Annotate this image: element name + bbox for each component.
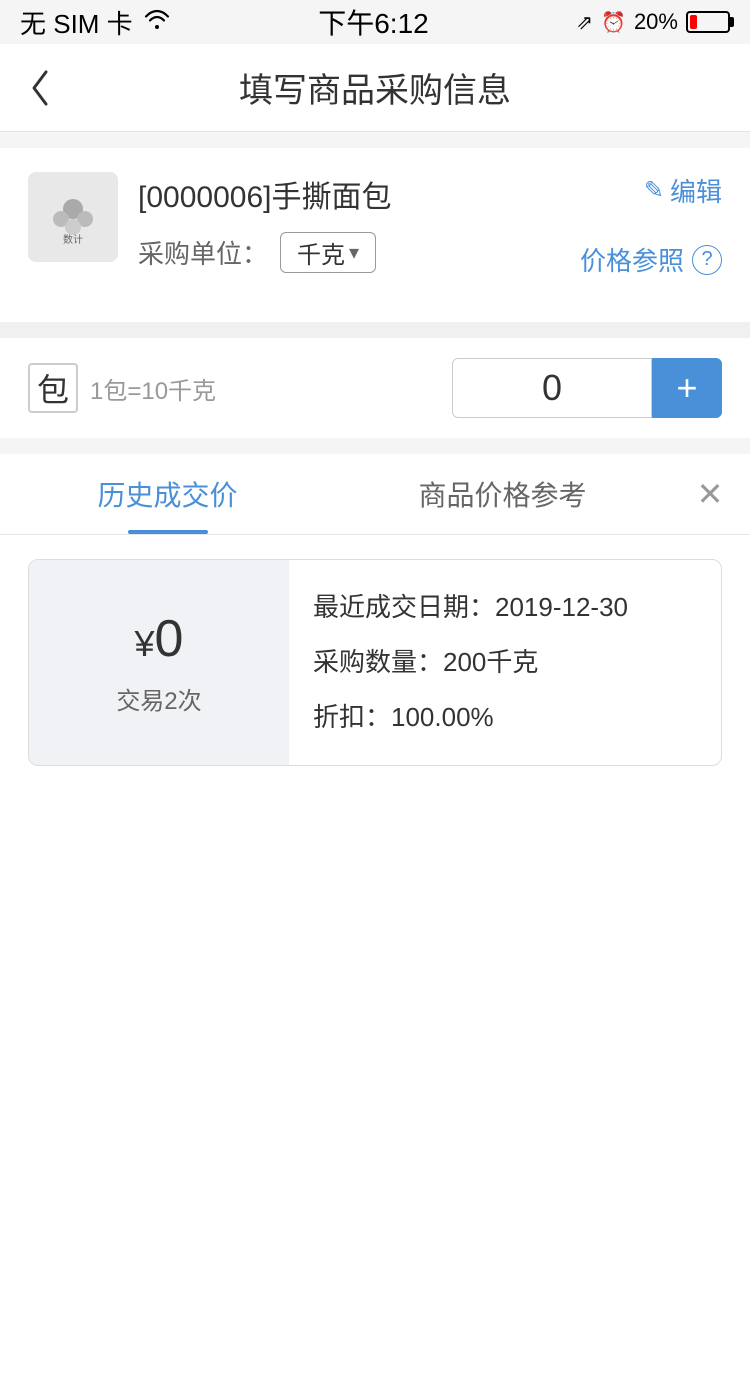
unit-label: 采购单位：: [138, 234, 268, 271]
unit-main: 包: [28, 363, 78, 413]
product-left: 数计 [0000006]手撕面包 采购单位： 千克 ▾: [28, 172, 391, 273]
history-trade-count: 交易2次: [116, 681, 201, 716]
quantity-row: 包 1包=10千克 0 +: [0, 338, 750, 438]
history-price: ¥0: [135, 609, 184, 669]
status-left: 无 SIM 卡: [20, 4, 171, 41]
status-bar: 无 SIM 卡 下午6:12 ⇗ ⏰ 20%: [0, 0, 750, 44]
unit-badge[interactable]: 千克 ▾: [280, 232, 376, 273]
help-icon: ?: [692, 245, 722, 275]
status-time: 下午6:12: [318, 2, 429, 42]
section-divider: [0, 322, 750, 338]
quantity-control: 0 +: [452, 358, 722, 418]
recent-date-row: 最近成交日期：2019-12-30: [313, 588, 697, 627]
tabs-header: 历史成交价 商品价格参考 ✕: [0, 454, 750, 535]
price-ref-button[interactable]: 价格参照 ?: [580, 241, 722, 278]
sim-label: 无 SIM 卡: [20, 4, 133, 41]
product-section: 数计 [0000006]手撕面包 采购单位： 千克 ▾ ✎ 编辑: [0, 148, 750, 322]
product-image: 数计: [28, 172, 118, 262]
product-header: 数计 [0000006]手撕面包 采购单位： 千克 ▾ ✎ 编辑: [28, 172, 722, 278]
status-right: ⇗ ⏰ 20%: [576, 9, 730, 35]
quantity-label: 包 1包=10千克: [28, 363, 216, 413]
history-card: ¥0 交易2次 最近成交日期：2019-12-30 采购数量：200千克 折扣：…: [28, 559, 722, 766]
history-content: ¥0 交易2次 最近成交日期：2019-12-30 采购数量：200千克 折扣：…: [0, 535, 750, 790]
svg-text:数计: 数计: [63, 233, 83, 246]
tab-close-button[interactable]: ✕: [670, 454, 750, 534]
quantity-plus-button[interactable]: +: [652, 358, 722, 418]
product-name: [0000006]手撕面包: [138, 172, 391, 216]
wifi-icon: [143, 7, 171, 38]
location-icon: ⇗: [576, 10, 593, 35]
alarm-icon: ⏰: [601, 10, 626, 35]
product-unit-row: 采购单位： 千克 ▾: [138, 232, 391, 273]
purchase-qty-row: 采购数量：200千克: [313, 643, 697, 682]
product-actions: ✎ 编辑 价格参照 ?: [580, 172, 722, 278]
tabs-section: 历史成交价 商品价格参考 ✕ ¥0 交易2次 最近成交日期：2019-12-30…: [0, 454, 750, 790]
unit-value: 千克: [297, 235, 345, 270]
edit-icon: ✎: [644, 176, 664, 205]
tab-history-price[interactable]: 历史成交价: [0, 454, 335, 534]
history-card-left: ¥0 交易2次: [29, 560, 289, 765]
unit-conversion: 1包=10千克: [90, 371, 216, 406]
page-title: 填写商品采购信息: [239, 63, 511, 112]
edit-button[interactable]: ✎ 编辑: [644, 172, 722, 209]
discount-row: 折扣：100.00%: [313, 698, 697, 737]
quantity-input[interactable]: 0: [452, 358, 652, 418]
battery-icon: [686, 11, 730, 33]
unit-arrow-icon: ▾: [349, 240, 359, 265]
product-info: [0000006]手撕面包 采购单位： 千克 ▾: [138, 172, 391, 273]
tab-price-reference[interactable]: 商品价格参考: [335, 454, 670, 534]
back-button[interactable]: [28, 68, 52, 108]
history-card-right: 最近成交日期：2019-12-30 采购数量：200千克 折扣：100.00%: [289, 560, 721, 765]
nav-bar: 填写商品采购信息: [0, 44, 750, 132]
battery-pct: 20%: [634, 9, 678, 35]
bottom-area: [0, 790, 750, 1390]
